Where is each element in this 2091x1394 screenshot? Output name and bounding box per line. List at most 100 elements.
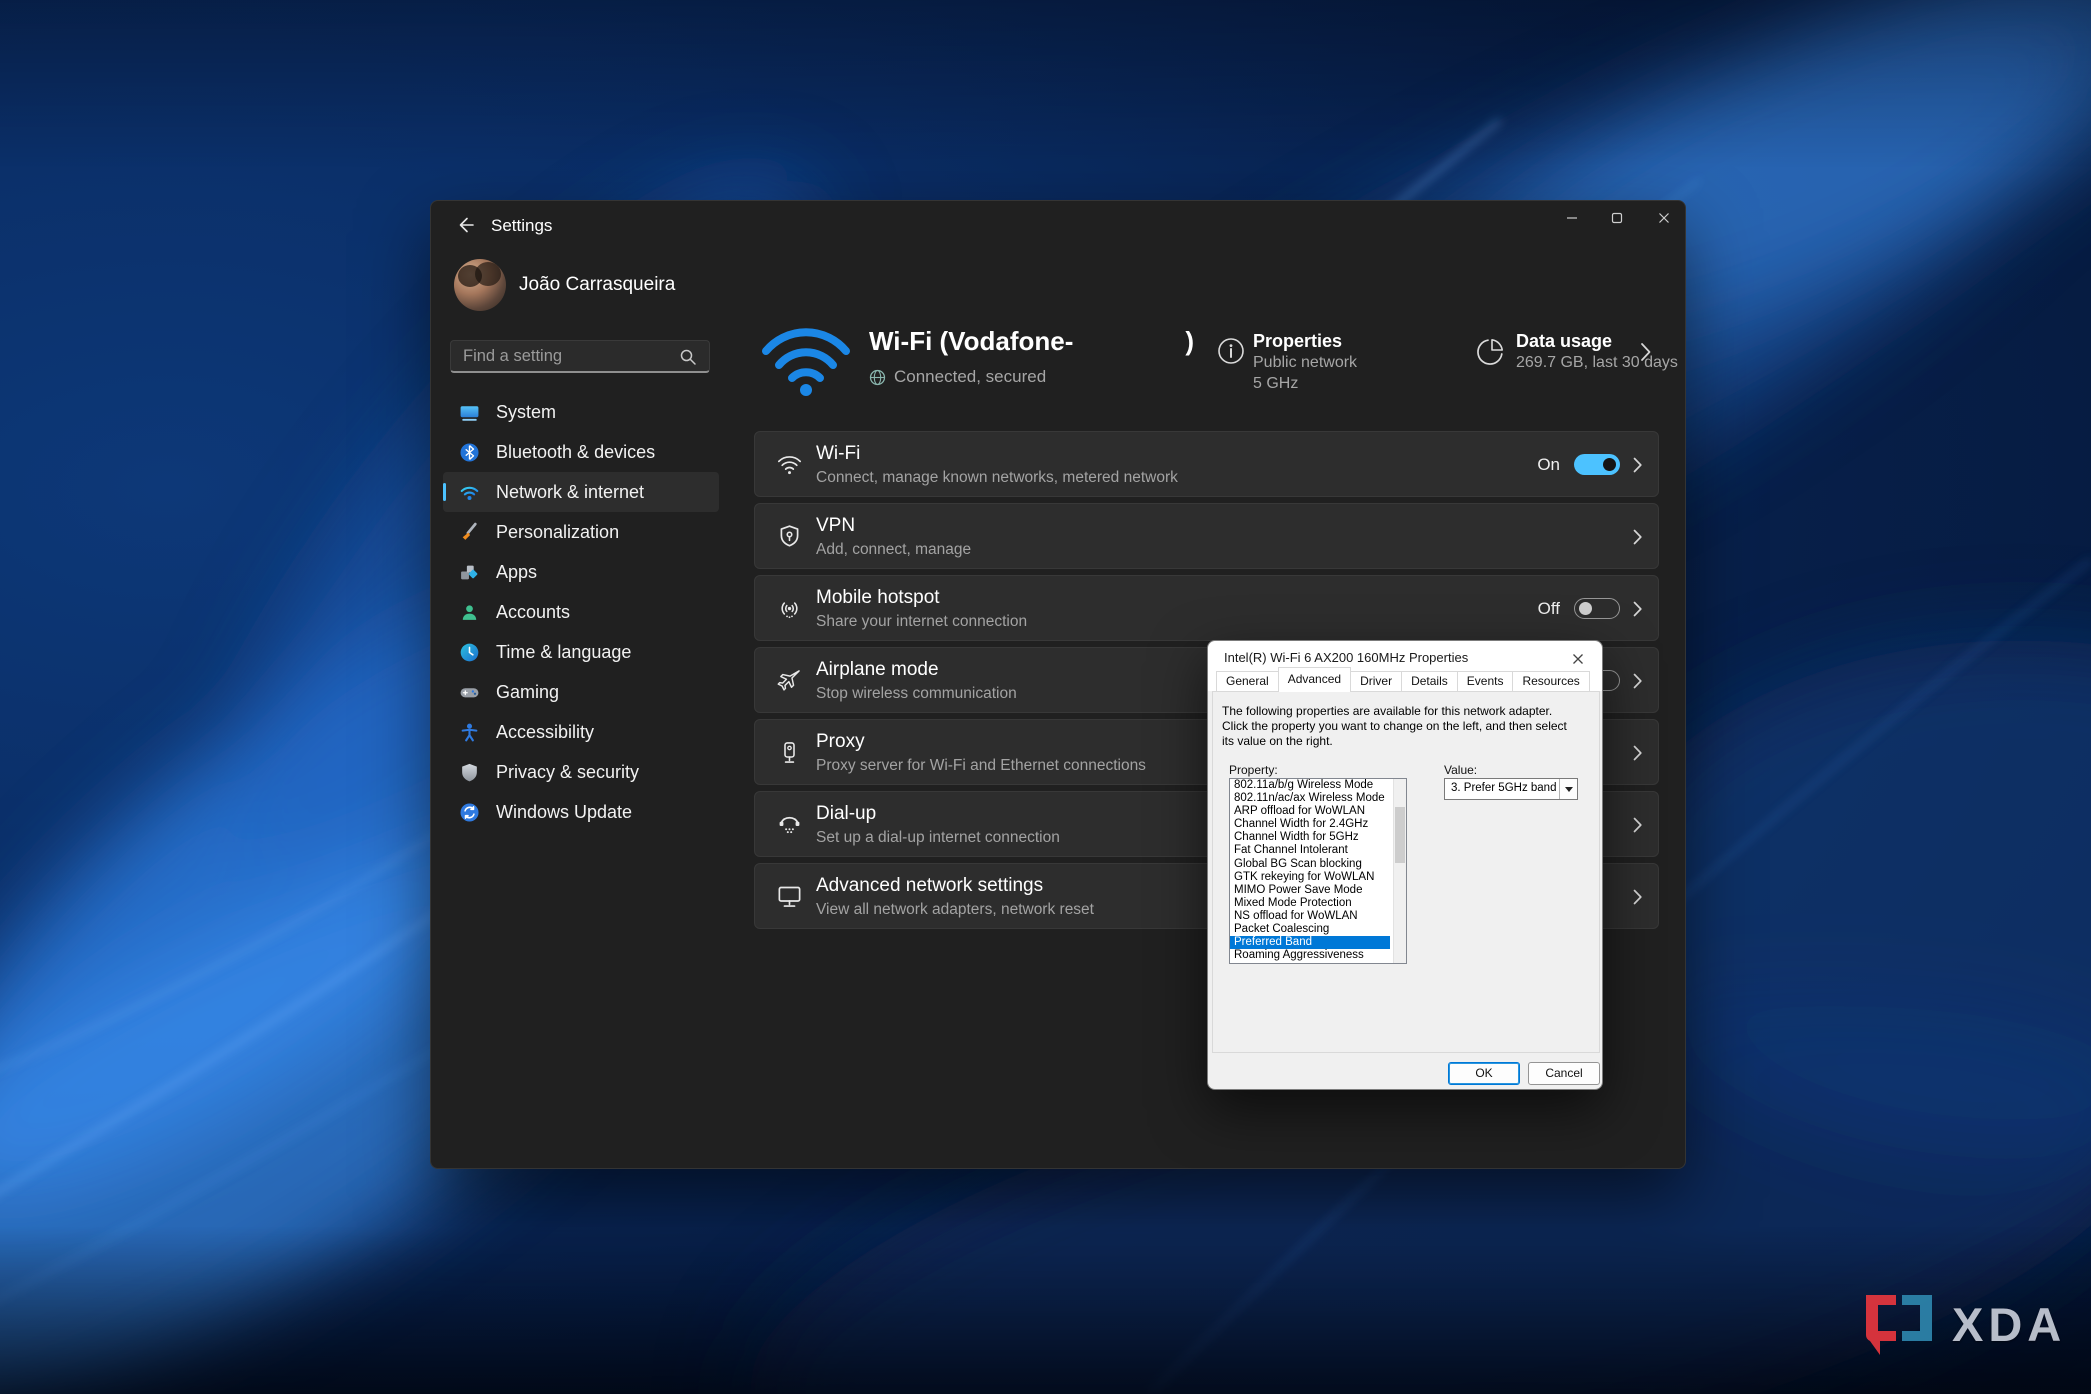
tab-advanced[interactable]: Advanced [1278, 667, 1351, 692]
adapter-properties-dialog: Intel(R) Wi-Fi 6 AX200 160MHz Properties… [1207, 640, 1603, 1090]
tab-resources[interactable]: Resources [1512, 671, 1589, 692]
property-item[interactable]: 802.11n/ac/ax Wireless Mode [1230, 792, 1390, 805]
sidebar-item-windows-update[interactable]: Windows Update [443, 792, 719, 832]
info-icon [1217, 337, 1245, 365]
toggle-state-label: On [1537, 455, 1560, 475]
search-input[interactable] [450, 340, 710, 373]
properties-network-type: Public network [1253, 352, 1357, 373]
tab-details[interactable]: Details [1401, 671, 1458, 692]
sidebar-item-label: Apps [496, 562, 537, 583]
dialog-close-button[interactable] [1566, 648, 1590, 670]
property-listbox[interactable]: 802.11a/b/g Wireless Mode 802.11n/ac/ax … [1229, 778, 1407, 964]
property-item[interactable]: Global BG Scan blocking [1230, 858, 1390, 871]
selected-indicator [443, 483, 446, 501]
avatar[interactable] [454, 259, 506, 311]
data-usage-summary[interactable]: Data usage 269.7 GB, last 30 days [1516, 331, 1678, 373]
connection-status: Connected, secured [869, 367, 1046, 387]
property-item[interactable]: Channel Width for 5GHz [1230, 831, 1390, 844]
settings-row-vpn[interactable]: VPN Add, connect, manage [754, 503, 1659, 569]
dropdown-button[interactable] [1559, 779, 1577, 799]
toggle-knob [1603, 458, 1616, 471]
hotspot-icon [776, 595, 803, 622]
settings-row-mobile-hotspot[interactable]: Mobile hotspot Share your internet conne… [754, 575, 1659, 641]
sidebar-item-apps[interactable]: Apps [443, 552, 719, 592]
property-item[interactable]: Roaming Aggressiveness [1230, 949, 1390, 962]
sidebar-item-bluetooth[interactable]: Bluetooth & devices [443, 432, 719, 472]
property-item[interactable]: Channel Width for 2.4GHz [1230, 818, 1390, 831]
close-button[interactable] [1642, 203, 1686, 233]
properties-title: Properties [1253, 331, 1357, 352]
airplane-icon [776, 667, 803, 694]
sidebar-item-time-language[interactable]: Time & language [443, 632, 719, 672]
properties-summary[interactable]: Properties Public network 5 GHz [1253, 331, 1357, 394]
back-button[interactable] [451, 211, 481, 239]
toggle-knob [1579, 602, 1592, 615]
property-item[interactable]: 802.11a/b/g Wireless Mode [1230, 779, 1390, 792]
sidebar-item-label: Bluetooth & devices [496, 442, 655, 463]
sidebar-item-privacy[interactable]: Privacy & security [443, 752, 719, 792]
ssid-text: Wi-Fi (Vodafone- [869, 326, 1073, 357]
close-icon [1658, 212, 1670, 224]
row-title: Dial-up [816, 803, 876, 825]
sidebar-item-gaming[interactable]: Gaming [443, 672, 719, 712]
sidebar-item-label: Network & internet [496, 482, 644, 503]
sidebar-item-label: Privacy & security [496, 762, 639, 783]
sidebar-item-accounts[interactable]: Accounts [443, 592, 719, 632]
cancel-button[interactable]: Cancel [1528, 1062, 1600, 1085]
display-icon [459, 402, 480, 423]
value-dropdown[interactable]: 3. Prefer 5GHz band [1444, 778, 1578, 800]
wifi-icon [459, 482, 480, 503]
settings-row-wifi[interactable]: Wi-Fi Connect, manage known networks, me… [754, 431, 1659, 497]
sidebar-item-network[interactable]: Network & internet [443, 472, 719, 512]
data-usage-title: Data usage [1516, 331, 1678, 352]
wifi-icon [776, 451, 803, 478]
window-titlebar[interactable]: Settings [431, 201, 1685, 249]
row-title: Airplane mode [816, 659, 939, 681]
dialog-description: The following properties are available f… [1222, 704, 1578, 750]
dialog-tabs: General Advanced Driver Details Events R… [1216, 668, 1589, 692]
row-title: Advanced network settings [816, 875, 1043, 897]
property-item-selected[interactable]: Preferred Band [1230, 936, 1390, 949]
maximize-icon [1611, 212, 1623, 224]
sidebar-item-label: Windows Update [496, 802, 632, 823]
minimize-icon [1566, 212, 1578, 224]
property-item[interactable]: Packet Coalescing [1230, 923, 1390, 936]
sidebar-item-label: Personalization [496, 522, 619, 543]
property-item[interactable]: ARP offload for WoWLAN [1230, 805, 1390, 818]
data-usage-pie-icon [1475, 337, 1505, 367]
xda-logo-brackets [1856, 1291, 1942, 1357]
sidebar-item-system[interactable]: System [443, 392, 719, 432]
tab-general[interactable]: General [1216, 671, 1279, 692]
chevron-right-icon [1632, 672, 1643, 690]
chevron-right-icon[interactable] [1639, 341, 1652, 363]
property-item[interactable]: Fat Channel Intolerant [1230, 844, 1390, 857]
listbox-scrollbar[interactable] [1393, 779, 1406, 963]
minimize-button[interactable] [1550, 203, 1594, 233]
property-item[interactable]: GTK rekeying for WoWLAN [1230, 871, 1390, 884]
property-item[interactable]: NS offload for WoWLAN [1230, 910, 1390, 923]
property-label: Property: [1229, 763, 1278, 777]
search-icon [679, 348, 697, 366]
sidebar-item-accessibility[interactable]: Accessibility [443, 712, 719, 752]
tab-events[interactable]: Events [1457, 671, 1514, 692]
mobile-hotspot-toggle[interactable] [1574, 598, 1620, 619]
scrollbar-thumb[interactable] [1395, 807, 1405, 863]
maximize-button[interactable] [1595, 203, 1639, 233]
tab-driver[interactable]: Driver [1350, 671, 1402, 692]
user-name: João Carrasqueira [519, 274, 675, 296]
property-item[interactable]: MIMO Power Save Mode [1230, 884, 1390, 897]
sidebar-item-personalization[interactable]: Personalization [443, 512, 719, 552]
row-title: Proxy [816, 731, 865, 753]
ok-button[interactable]: OK [1448, 1062, 1520, 1085]
property-item[interactable]: Mixed Mode Protection [1230, 897, 1390, 910]
row-title: Mobile hotspot [816, 587, 940, 609]
shield-icon [459, 762, 480, 783]
wifi-toggle[interactable] [1574, 454, 1620, 475]
row-title: VPN [816, 515, 855, 537]
row-subtitle: Share your internet connection [816, 613, 1027, 631]
bluetooth-icon [459, 442, 480, 463]
connection-title: Wi-Fi (Vodafone- ) [869, 326, 1194, 357]
sidebar-item-label: Gaming [496, 682, 559, 703]
row-subtitle: Proxy server for Wi-Fi and Ethernet conn… [816, 757, 1146, 775]
chevron-right-icon [1632, 816, 1643, 834]
